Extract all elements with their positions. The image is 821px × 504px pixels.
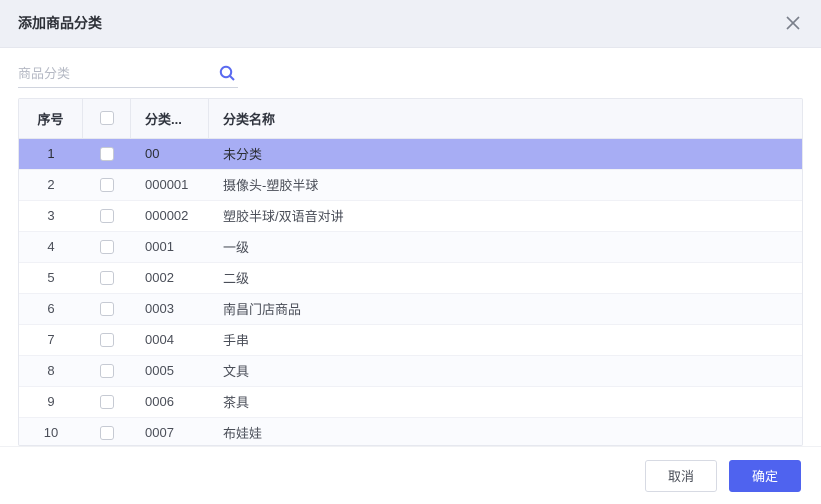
row-checkbox[interactable] xyxy=(100,147,114,161)
cell-index: 9 xyxy=(19,387,83,417)
cell-checkbox xyxy=(83,294,131,324)
cell-code: 000001 xyxy=(131,170,209,200)
cell-name: 摄像头-塑胶半球 xyxy=(209,170,802,200)
cell-index: 2 xyxy=(19,170,83,200)
row-checkbox[interactable] xyxy=(100,178,114,192)
cell-checkbox xyxy=(83,170,131,200)
row-checkbox[interactable] xyxy=(100,302,114,316)
row-checkbox[interactable] xyxy=(100,271,114,285)
cell-checkbox xyxy=(83,201,131,231)
cell-checkbox xyxy=(83,325,131,355)
table-row[interactable]: 4 0001一级 xyxy=(19,232,802,263)
col-header-index: 序号 xyxy=(19,99,83,138)
cell-index: 5 xyxy=(19,263,83,293)
table-row[interactable]: 7 0004手串 xyxy=(19,325,802,356)
cell-name: 布娃娃 xyxy=(209,418,802,446)
cell-checkbox xyxy=(83,232,131,262)
row-checkbox[interactable] xyxy=(100,364,114,378)
cell-name: 茶具 xyxy=(209,387,802,417)
cell-index: 10 xyxy=(19,418,83,446)
search-row xyxy=(0,48,821,98)
category-table: 序号 分类... 分类名称 1 00未分类 2 000001摄像头-塑胶半球 3 0000… xyxy=(18,98,803,446)
cell-checkbox xyxy=(83,418,131,446)
cell-name: 未分类 xyxy=(209,139,802,169)
close-icon[interactable] xyxy=(783,13,803,33)
cell-index: 4 xyxy=(19,232,83,262)
row-checkbox[interactable] xyxy=(100,240,114,254)
cell-code: 0005 xyxy=(131,356,209,386)
cancel-button[interactable]: 取消 xyxy=(645,460,717,492)
modal-title: 添加商品分类 xyxy=(18,13,783,33)
modal: 添加商品分类 序号 分类... 分类名称 1 00未分类 2 000001摄像头-塑胶… xyxy=(0,0,821,504)
cell-checkbox xyxy=(83,356,131,386)
table-row[interactable]: 3 000002塑胶半球/双语音对讲 xyxy=(19,201,802,232)
cell-index: 3 xyxy=(19,201,83,231)
cell-code: 0002 xyxy=(131,263,209,293)
cell-code: 0007 xyxy=(131,418,209,446)
cell-name: 手串 xyxy=(209,325,802,355)
cell-code: 0004 xyxy=(131,325,209,355)
row-checkbox[interactable] xyxy=(100,209,114,223)
cell-name: 塑胶半球/双语音对讲 xyxy=(209,201,802,231)
cell-index: 1 xyxy=(19,139,83,169)
cell-index: 8 xyxy=(19,356,83,386)
table-row[interactable]: 8 0005文具 xyxy=(19,356,802,387)
cell-code: 0003 xyxy=(131,294,209,324)
table-row[interactable]: 2 000001摄像头-塑胶半球 xyxy=(19,170,802,201)
row-checkbox[interactable] xyxy=(100,333,114,347)
cell-code: 0001 xyxy=(131,232,209,262)
table-row[interactable]: 5 0002二级 xyxy=(19,263,802,294)
col-header-name: 分类名称 xyxy=(209,99,802,138)
cell-code: 000002 xyxy=(131,201,209,231)
select-all-checkbox[interactable] xyxy=(100,111,114,125)
cell-name: 一级 xyxy=(209,232,802,262)
col-header-code: 分类... xyxy=(131,99,209,138)
table-row[interactable]: 6 0003南昌门店商品 xyxy=(19,294,802,325)
row-checkbox[interactable] xyxy=(100,426,114,440)
cell-checkbox xyxy=(83,263,131,293)
modal-footer: 取消 确定 xyxy=(0,446,821,504)
cell-name: 文具 xyxy=(209,356,802,386)
cell-checkbox xyxy=(83,139,131,169)
table-row[interactable]: 1 00未分类 xyxy=(19,139,802,170)
cell-checkbox xyxy=(83,387,131,417)
table-body[interactable]: 1 00未分类 2 000001摄像头-塑胶半球 3 000002塑胶半球/双语音对讲 4 0… xyxy=(19,139,802,446)
modal-header: 添加商品分类 xyxy=(0,0,821,48)
table-header: 序号 分类... 分类名称 xyxy=(19,99,802,139)
search-field-wrap xyxy=(18,60,238,88)
search-icon[interactable] xyxy=(218,64,236,82)
search-input[interactable] xyxy=(18,60,238,86)
cell-index: 6 xyxy=(19,294,83,324)
cell-name: 二级 xyxy=(209,263,802,293)
table-row[interactable]: 9 0006茶具 xyxy=(19,387,802,418)
row-checkbox[interactable] xyxy=(100,395,114,409)
col-header-checkbox xyxy=(83,99,131,138)
cell-name: 南昌门店商品 xyxy=(209,294,802,324)
cell-code: 0006 xyxy=(131,387,209,417)
cell-code: 00 xyxy=(131,139,209,169)
cell-index: 7 xyxy=(19,325,83,355)
table-row[interactable]: 10 0007布娃娃 xyxy=(19,418,802,446)
ok-button[interactable]: 确定 xyxy=(729,460,801,492)
